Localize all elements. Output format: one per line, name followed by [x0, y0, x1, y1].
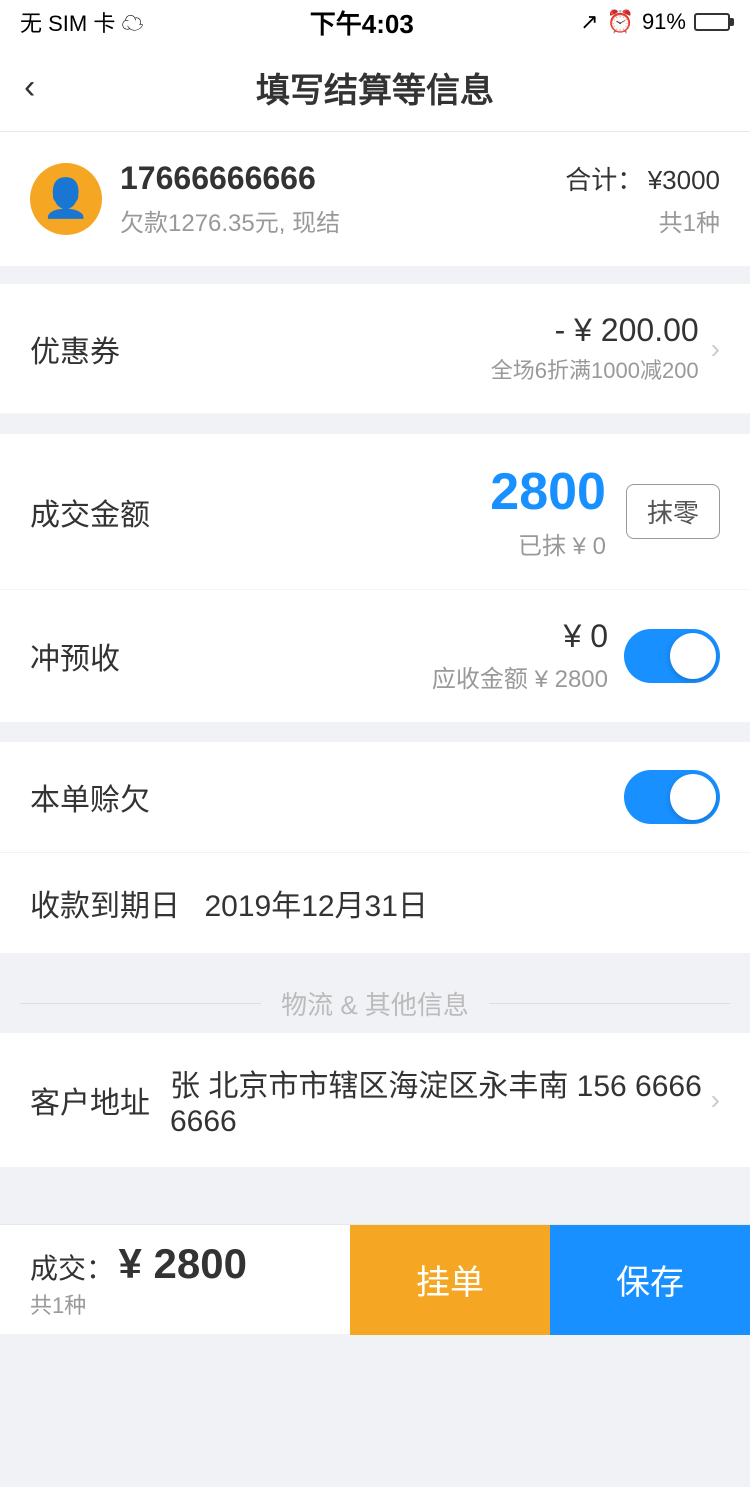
credit-toggle[interactable] [624, 770, 720, 824]
alarm-icon: ⏰ [607, 9, 634, 35]
section-divider-1 [0, 414, 750, 434]
duedate-value: 2019年12月31日 [204, 890, 427, 923]
prereceipt-label: 冲预收 [30, 634, 120, 678]
prereceipt-section: 冲预收 ¥ 0 应收金额 ¥ 2800 [0, 590, 750, 722]
logistics-divider: 物流 & 其他信息 [0, 973, 750, 1033]
status-left: 无 SIM 卡 ☁ [20, 6, 143, 38]
prereceipt-desc: 应收金额 ¥ 2800 [432, 659, 608, 694]
avatar: 👤 [30, 163, 102, 235]
deal-amount-value: 2800 [490, 462, 606, 522]
bottom-count: 共1种 [30, 1288, 320, 1320]
section-divider-2 [0, 722, 750, 742]
section-divider-3 [0, 953, 750, 973]
total-label-amount: 合计： ¥3000 [565, 160, 720, 197]
duedate-label: 收款到期日 [30, 890, 180, 923]
amount-right: 2800 已抹 ¥ 0 抹零 [490, 462, 720, 561]
deal-amount-section: 成交金额 2800 已抹 ¥ 0 抹零 [0, 434, 750, 590]
hang-order-button[interactable]: 挂单 [350, 1225, 550, 1335]
customer-right: 合计： ¥3000 共1种 [565, 160, 720, 238]
bottom-deal-label: 成交： [30, 1253, 114, 1284]
battery-percent: 91% [642, 9, 686, 35]
coupon-row[interactable]: 优惠券 - ¥ 200.00 全场6折满1000减200 › [0, 284, 750, 414]
sim-status: 无 SIM 卡 ☁ [20, 6, 143, 38]
location-icon: ↗ [580, 9, 598, 35]
address-section[interactable]: 客户地址 张 北京市市辖区海淀区永丰南 156 6666 6666 › [0, 1033, 750, 1167]
address-chevron-icon: › [711, 1084, 720, 1116]
total-label: 合计： [565, 165, 643, 195]
credit-section: 本单赊欠 [0, 742, 750, 852]
customer-debt: 欠款1276.35元, 现结 [120, 203, 340, 238]
bottom-bar: 成交： ¥ 2800 共1种 挂单 保存 [0, 1224, 750, 1334]
logistics-line-right [489, 1003, 730, 1004]
battery-icon [694, 13, 730, 31]
address-value: 张 北京市市辖区海淀区永丰南 156 6666 6666 [170, 1061, 711, 1139]
total-amount: ¥3000 [648, 165, 720, 195]
bottom-summary: 成交： ¥ 2800 共1种 [0, 1240, 350, 1320]
deal-amount-sub: 已抹 ¥ 0 [490, 526, 606, 561]
prereceipt-amounts: ¥ 0 应收金额 ¥ 2800 [432, 618, 608, 694]
page-title: 填写结算等信息 [256, 63, 494, 112]
customer-left: 👤 17666666666 欠款1276.35元, 现结 [30, 160, 340, 238]
amount-row: 成交金额 2800 已抹 ¥ 0 抹零 [30, 462, 720, 561]
address-label: 客户地址 [30, 1078, 150, 1122]
status-bar: 无 SIM 卡 ☁ 下午4:03 ↗ ⏰ 91% [0, 0, 750, 44]
prereceipt-toggle[interactable] [624, 629, 720, 683]
customer-info: 17666666666 欠款1276.35元, 现结 [120, 160, 340, 238]
customer-phone: 17666666666 [120, 160, 340, 197]
toggle-knob [670, 633, 716, 679]
duedate-section: 收款到期日 2019年12月31日 [0, 853, 750, 953]
save-button[interactable]: 保存 [550, 1225, 750, 1335]
customer-card: 👤 17666666666 欠款1276.35元, 现结 合计： ¥3000 共… [0, 132, 750, 266]
total-count: 共1种 [565, 203, 720, 238]
coupon-chevron-icon: › [711, 333, 720, 365]
bottom-amount: ¥ 2800 [118, 1240, 246, 1287]
divider-1 [0, 266, 750, 284]
round-button[interactable]: 抹零 [626, 484, 720, 539]
credit-toggle-knob [670, 774, 716, 820]
deal-amount-label: 成交金额 [30, 490, 150, 534]
status-right: ↗ ⏰ 91% [580, 9, 730, 35]
credit-label: 本单赊欠 [30, 775, 150, 819]
coupon-amount: - ¥ 200.00 [491, 312, 699, 349]
logistics-line-left [20, 1003, 261, 1004]
back-button[interactable]: ‹ [24, 68, 35, 107]
prereceipt-right: ¥ 0 应收金额 ¥ 2800 [432, 618, 720, 694]
status-time: 下午4:03 [310, 4, 414, 41]
coupon-desc: 全场6折满1000减200 [491, 353, 699, 385]
avatar-icon: 👤 [42, 177, 89, 221]
prereceipt-value: ¥ 0 [432, 618, 608, 655]
page-header: ‹ 填写结算等信息 [0, 44, 750, 132]
bottom-deal-row: 成交： ¥ 2800 [30, 1240, 320, 1288]
coupon-label: 优惠券 [30, 327, 120, 371]
logistics-text: 物流 & 其他信息 [281, 985, 469, 1022]
